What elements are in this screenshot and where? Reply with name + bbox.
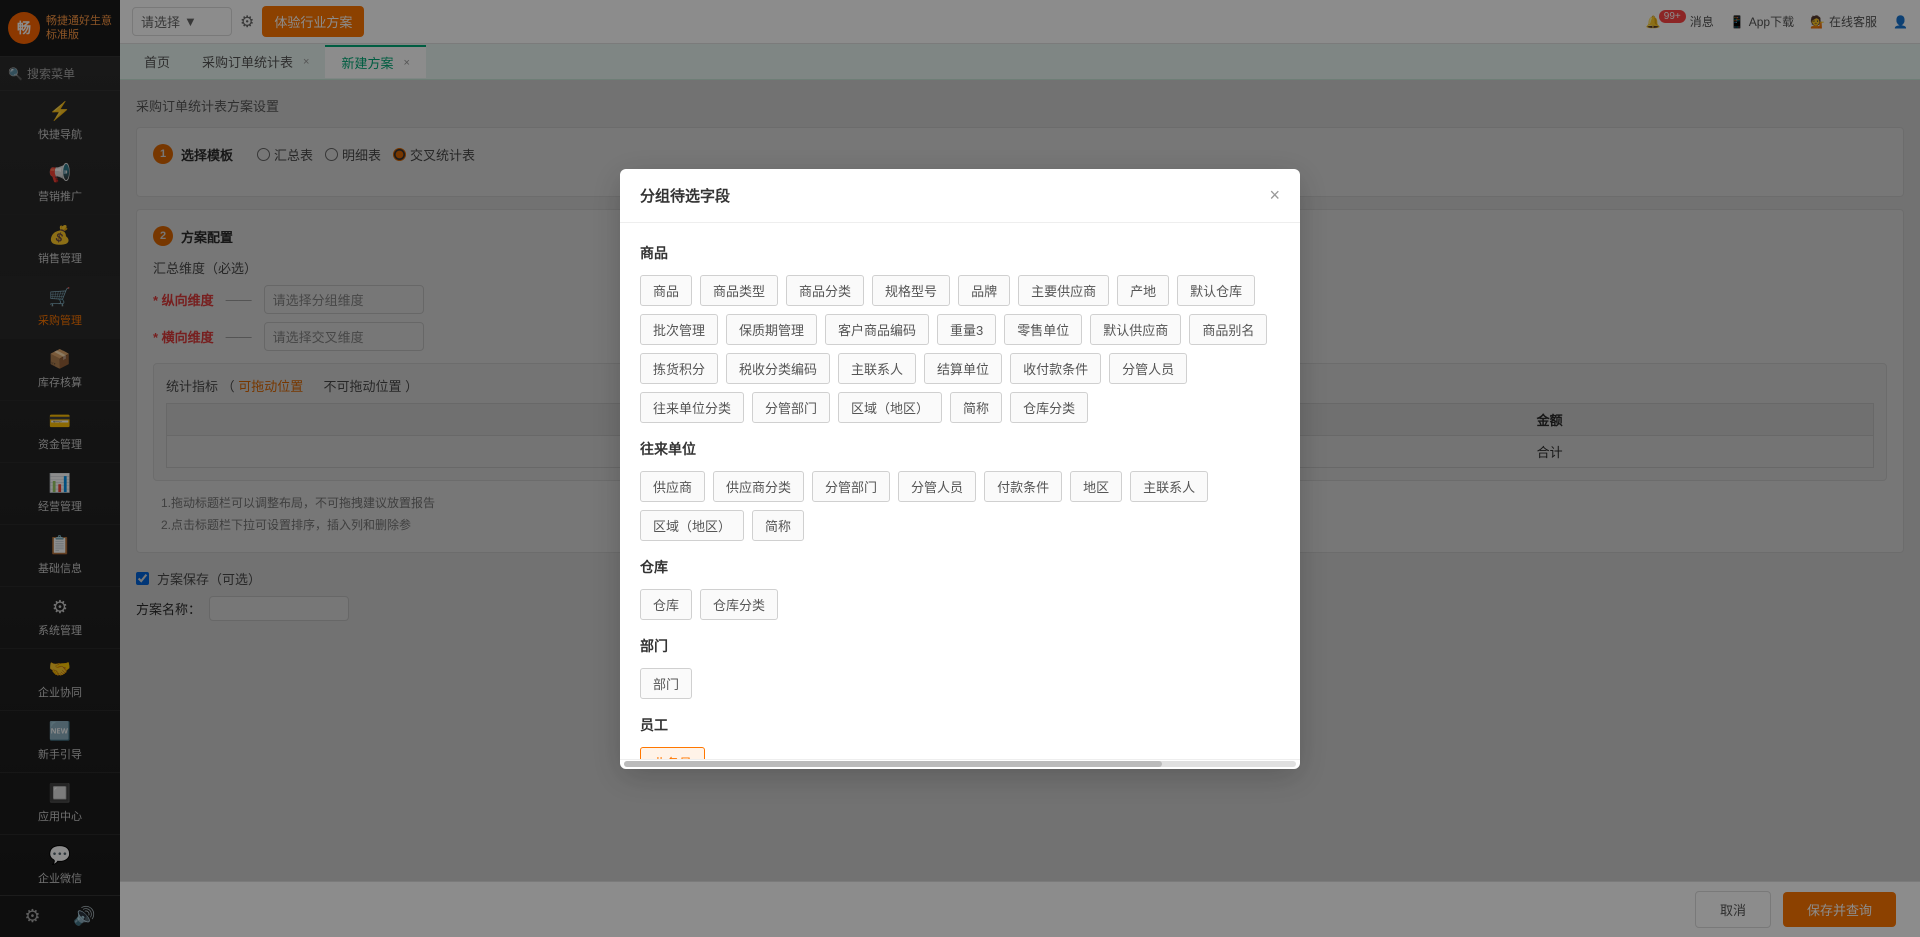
field-batch-mgmt[interactable]: 批次管理	[640, 314, 718, 345]
section-title-goods: 商品	[640, 243, 1280, 263]
field-origin[interactable]: 产地	[1117, 275, 1169, 306]
modal-close-button[interactable]: ×	[1269, 185, 1280, 206]
field-goods-alias[interactable]: 商品别名	[1189, 314, 1267, 345]
field-payment-terms[interactable]: 收付款条件	[1010, 353, 1101, 384]
field-payment-condition[interactable]: 付款条件	[984, 471, 1062, 502]
field-shelf-life-mgmt[interactable]: 保质期管理	[726, 314, 817, 345]
field-goods[interactable]: 商品	[640, 275, 692, 306]
field-retail-unit[interactable]: 零售单位	[1004, 314, 1082, 345]
fields-goods: 商品 商品类型 商品分类 规格型号 品牌 主要供应商 产地 默认仓库 批次管理 …	[640, 275, 1280, 423]
section-title-department: 部门	[640, 636, 1280, 656]
modal-body: 商品 商品 商品类型 商品分类 规格型号 品牌 主要供应商 产地 默认仓库 批次…	[620, 223, 1300, 760]
field-short-name2[interactable]: 简称	[752, 510, 804, 541]
field-main-contact2[interactable]: 主联系人	[1130, 471, 1208, 502]
field-region-area[interactable]: 区域（地区）	[838, 392, 942, 423]
field-default-warehouse[interactable]: 默认仓库	[1177, 275, 1255, 306]
field-brand[interactable]: 品牌	[958, 275, 1010, 306]
field-warehouse-category[interactable]: 仓库分类	[1010, 392, 1088, 423]
field-source-unit-category[interactable]: 往来单位分类	[640, 392, 744, 423]
field-region2[interactable]: 区域（地区）	[640, 510, 744, 541]
field-mgmt-staff2[interactable]: 分管人员	[898, 471, 976, 502]
field-goods-category[interactable]: 商品分类	[786, 275, 864, 306]
fields-partner: 供应商 供应商分类 分管部门 分管人员 付款条件 地区 主联系人 区域（地区） …	[640, 471, 1280, 541]
field-weight3[interactable]: 重量3	[937, 314, 996, 345]
modal-dialog: 分组待选字段 × 商品 商品 商品类型 商品分类 规格型号 品牌 主要供应商 产…	[620, 169, 1300, 769]
field-warehouse-cat[interactable]: 仓库分类	[700, 589, 778, 620]
field-goods-type[interactable]: 商品类型	[700, 275, 778, 306]
modal-header: 分组待选字段 ×	[620, 169, 1300, 223]
field-customer-goods-code[interactable]: 客户商品编码	[825, 314, 929, 345]
field-salesperson[interactable]: 业务员	[640, 747, 705, 760]
field-pick-points[interactable]: 拣货积分	[640, 353, 718, 384]
field-spec-type[interactable]: 规格型号	[872, 275, 950, 306]
section-title-partner: 往来单位	[640, 439, 1280, 459]
field-settlement-unit[interactable]: 结算单位	[924, 353, 1002, 384]
field-short-name[interactable]: 简称	[950, 392, 1002, 423]
modal-title: 分组待选字段	[640, 185, 730, 206]
field-supplier[interactable]: 供应商	[640, 471, 705, 502]
field-tax-category-code[interactable]: 税收分类编码	[726, 353, 830, 384]
section-title-warehouse: 仓库	[640, 557, 1280, 577]
field-mgmt-dept2[interactable]: 分管部门	[812, 471, 890, 502]
field-area2[interactable]: 地区	[1070, 471, 1122, 502]
field-main-contact[interactable]: 主联系人	[838, 353, 916, 384]
fields-warehouse: 仓库 仓库分类	[640, 589, 1280, 620]
fields-staff: 业务员	[640, 747, 1280, 760]
field-manager[interactable]: 分管人员	[1109, 353, 1187, 384]
field-main-supplier[interactable]: 主要供应商	[1018, 275, 1109, 306]
modal-hscroll[interactable]	[620, 759, 1300, 768]
section-title-staff: 员工	[640, 715, 1280, 735]
fields-department: 部门	[640, 668, 1280, 699]
field-warehouse[interactable]: 仓库	[640, 589, 692, 620]
field-mgmt-dept[interactable]: 分管部门	[752, 392, 830, 423]
field-dept[interactable]: 部门	[640, 668, 692, 699]
field-default-supplier[interactable]: 默认供应商	[1090, 314, 1181, 345]
modal-overlay: 分组待选字段 × 商品 商品 商品类型 商品分类 规格型号 品牌 主要供应商 产…	[0, 0, 1920, 937]
field-supplier-category[interactable]: 供应商分类	[713, 471, 804, 502]
